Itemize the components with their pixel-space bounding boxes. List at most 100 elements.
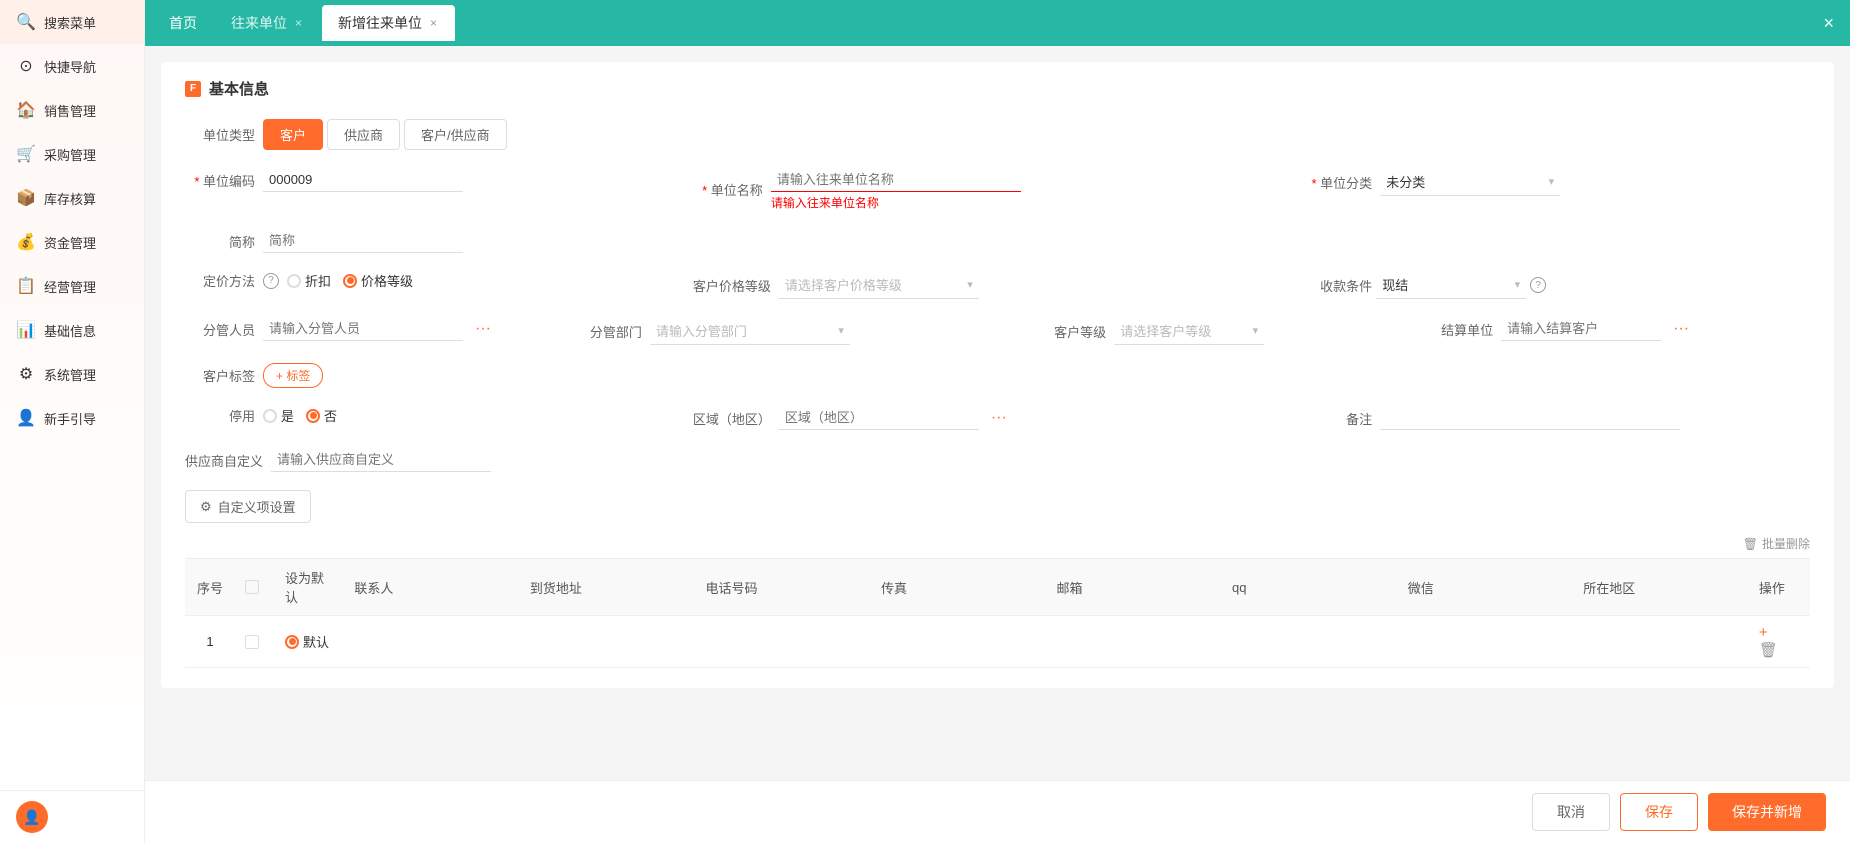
row-address[interactable] [520, 616, 696, 668]
add-tag-button[interactable]: + 标签 [263, 363, 323, 388]
row-contact-input[interactable] [354, 634, 510, 649]
footer-bar: 取消 保存 保存并新增 [145, 780, 1850, 843]
sidebar-item-basic[interactable]: 📊 基础信息 [0, 308, 144, 352]
settlement-more-btn[interactable]: ··· [1669, 320, 1693, 338]
row-delete-btn[interactable]: 🗑 [1759, 642, 1778, 659]
payment-terms-select[interactable]: 现结 ▾ [1376, 271, 1526, 299]
unit-code-field: 单位编码 [185, 168, 693, 192]
tab-home[interactable]: 首页 [153, 5, 213, 41]
remark-field: 备注 [1302, 406, 1810, 430]
type-btn-customer[interactable]: 客户 [263, 119, 323, 150]
manager-input[interactable] [263, 317, 463, 341]
row-fax[interactable] [871, 616, 1047, 668]
unit-info-row: 单位编码 单位名称 请输入往来单位名称 单位分类 未分类 ▾ [185, 168, 1810, 211]
sidebar-item-quicknav[interactable]: ⊙ 快捷导航 [0, 44, 144, 88]
type-btn-both[interactable]: 客户/供应商 [404, 119, 507, 150]
row-add-btn[interactable]: + [1759, 624, 1768, 641]
sidebar-item-inventory[interactable]: 📦 库存核算 [0, 176, 144, 220]
row-default-label: 默认 [303, 632, 329, 651]
window-close-btn[interactable]: × [1815, 9, 1842, 38]
supplier-custom-input[interactable] [271, 448, 491, 472]
manager-field: 分管人员 ··· [185, 317, 572, 341]
row-region-input[interactable] [1583, 634, 1739, 649]
sidebar-item-guide[interactable]: 👤 新手引导 [0, 396, 144, 440]
sidebar-item-system[interactable]: ⚙ 系统管理 [0, 352, 144, 396]
radio-level [343, 274, 357, 288]
tab-counterparty-close[interactable]: × [293, 15, 304, 31]
row-address-input[interactable] [530, 634, 686, 649]
disable-row: 停用 是 否 区域（地区） ··· [185, 406, 1810, 430]
tab-new-counterparty[interactable]: 新增往来单位 × [322, 5, 455, 41]
department-select[interactable]: 请输入分管部门 ▾ [650, 317, 850, 345]
remark-input[interactable] [1380, 406, 1680, 430]
chevron-down-icon-5: ▾ [1253, 324, 1259, 337]
row-select-checkbox[interactable] [245, 635, 259, 649]
sidebar-user-btn[interactable]: 👤 [16, 801, 48, 833]
pricing-method-label: 定价方法 [185, 271, 255, 290]
tag-field: 客户标签 + 标签 [185, 363, 1810, 388]
unit-name-input[interactable] [771, 168, 1021, 192]
settlement-input[interactable] [1501, 317, 1661, 341]
sidebar-item-label: 新手引导 [44, 409, 96, 428]
col-checkbox [235, 559, 275, 616]
row-wechat[interactable] [1398, 616, 1574, 668]
inventory-icon: 📦 [16, 188, 36, 208]
sidebar-item-sales[interactable]: 🏠 销售管理 [0, 88, 144, 132]
payment-help-icon[interactable]: ? [1530, 277, 1546, 293]
unit-code-label: 单位编码 [185, 171, 255, 190]
tab-counterparty-label: 往来单位 [231, 13, 287, 33]
cancel-button[interactable]: 取消 [1532, 793, 1610, 831]
sidebar-bottom: 👤 [0, 790, 144, 843]
col-phone: 电话号码 [695, 559, 871, 616]
tab-new-counterparty-close[interactable]: × [428, 15, 439, 31]
region-input[interactable] [779, 406, 979, 430]
row-qq-input[interactable] [1232, 634, 1388, 649]
row-qq[interactable] [1222, 616, 1398, 668]
select-all-checkbox[interactable] [245, 580, 259, 594]
payment-terms-field: 收款条件 现结 ▾ ? [1302, 271, 1810, 299]
disable-radio-group: 是 否 [263, 406, 337, 425]
settlement-field: 结算单位 ··· [1423, 317, 1810, 341]
payment-terms-label: 收款条件 [1302, 276, 1372, 295]
unit-category-select[interactable]: 未分类 ▾ [1380, 168, 1560, 196]
sidebar-item-finance[interactable]: 💰 资金管理 [0, 220, 144, 264]
batch-delete-icon: 🗑 [1743, 537, 1758, 551]
unit-code-input[interactable] [263, 168, 463, 192]
department-field: 分管部门 请输入分管部门 ▾ [572, 317, 1036, 345]
customer-price-select[interactable]: 请选择客户价格等级 ▾ [779, 271, 979, 299]
type-btn-supplier[interactable]: 供应商 [327, 119, 400, 150]
radio-yes [263, 409, 277, 423]
row-region[interactable] [1573, 616, 1749, 668]
unit-name-error: 请输入往来单位名称 [771, 194, 1302, 211]
row-email-input[interactable] [1057, 634, 1213, 649]
row-fax-input[interactable] [881, 634, 1037, 649]
row-wechat-input[interactable] [1408, 634, 1564, 649]
row-email[interactable] [1047, 616, 1223, 668]
save-new-button[interactable]: 保存并新增 [1708, 793, 1826, 831]
settlement-label: 结算单位 [1423, 320, 1493, 339]
manager-more-btn[interactable]: ··· [471, 320, 495, 338]
col-fax: 传真 [871, 559, 1047, 616]
tab-home-label: 首页 [169, 13, 197, 33]
batch-delete-button[interactable]: 🗑 批量删除 [1743, 535, 1810, 552]
row-contact[interactable] [344, 616, 520, 668]
disable-yes[interactable]: 是 [263, 406, 294, 425]
manager-label: 分管人员 [185, 320, 255, 339]
disable-no[interactable]: 否 [306, 406, 337, 425]
row-default-radio[interactable]: 默认 [285, 632, 334, 651]
save-button[interactable]: 保存 [1620, 793, 1698, 831]
pricing-option-level[interactable]: 价格等级 [343, 271, 413, 290]
sidebar-item-operation[interactable]: 📋 经营管理 [0, 264, 144, 308]
customer-level-select[interactable]: 请选择客户等级 ▾ [1114, 317, 1264, 345]
region-more-btn[interactable]: ··· [987, 409, 1011, 427]
abbr-input[interactable] [263, 229, 463, 253]
pricing-option-discount[interactable]: 折扣 [287, 271, 331, 290]
tab-counterparty[interactable]: 往来单位 × [215, 5, 320, 41]
row-phone[interactable] [695, 616, 871, 668]
sidebar-item-purchase[interactable]: 🛒 采购管理 [0, 132, 144, 176]
row-phone-input[interactable] [705, 634, 861, 649]
pricing-help-icon[interactable]: ? [263, 273, 279, 289]
custom-settings-button[interactable]: ⚙ 自定义项设置 [185, 490, 311, 523]
sidebar-item-search[interactable]: 🔍 搜索菜单 [0, 0, 144, 44]
row-checkbox [235, 616, 275, 668]
